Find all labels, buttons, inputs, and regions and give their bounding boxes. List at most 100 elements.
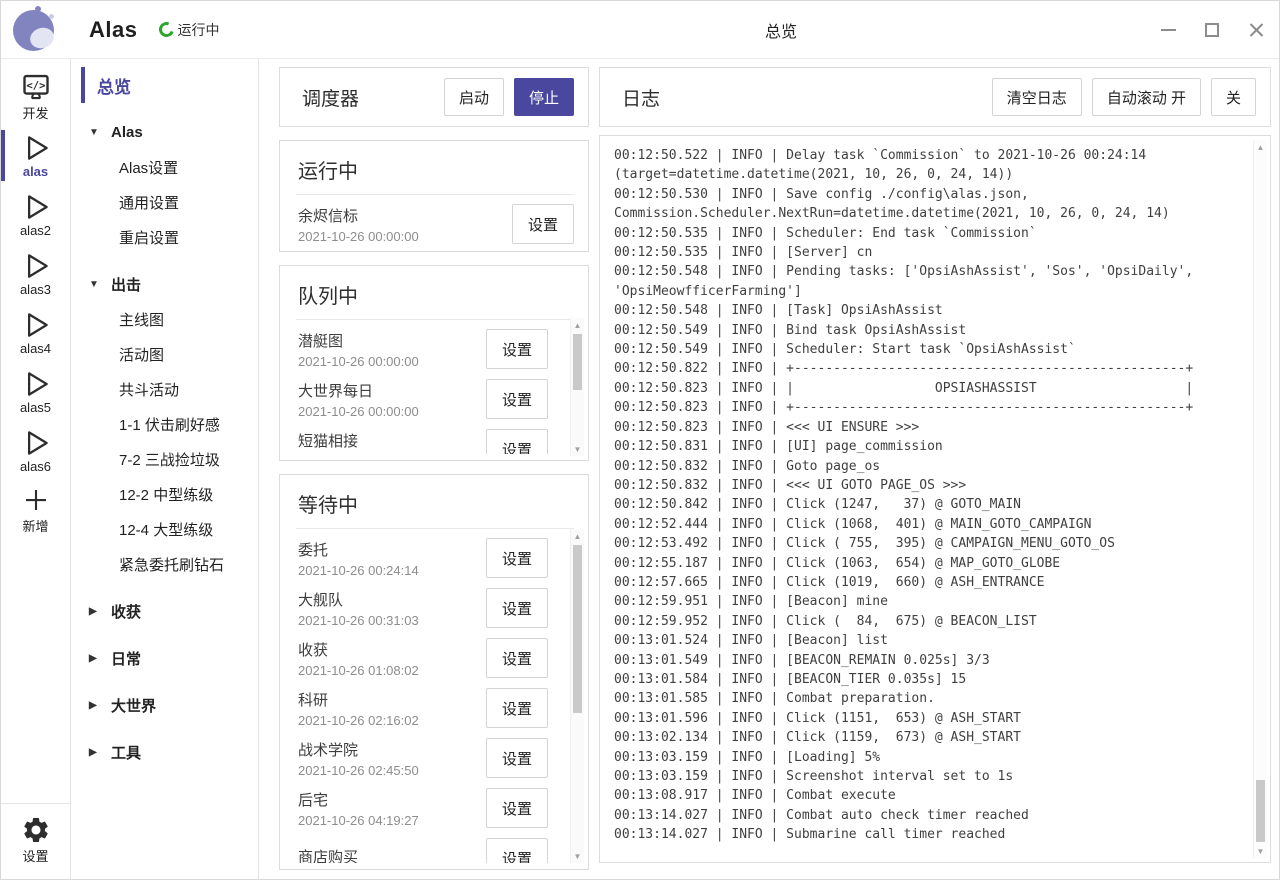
task-next-run-time: 2021-10-26 00:00:00: [298, 354, 419, 369]
menu-item-overview[interactable]: 总览: [81, 67, 258, 103]
task-setting-button[interactable]: 设置: [486, 738, 548, 778]
menu-item-label: 共斗活动: [119, 379, 179, 400]
task-next-run-time: 2021-10-26 00:24:14: [298, 563, 419, 578]
menu-item[interactable]: ▼ 出击: [71, 267, 258, 302]
log-line: 00:13:03.159 | INFO | Screenshot interva…: [614, 767, 1240, 786]
start-button[interactable]: 启动: [444, 78, 504, 116]
minimize-icon[interactable]: [1159, 21, 1177, 39]
rail-item[interactable]: 新增: [1, 480, 70, 539]
task-setting-button[interactable]: 设置: [486, 638, 548, 678]
log-line: 00:12:52.444 | INFO | Click (1068, 401) …: [614, 515, 1240, 534]
task-next-run-time: 2021-10-26 00:31:03: [298, 613, 419, 628]
task-setting-button[interactable]: 设置: [486, 688, 548, 728]
task-next-run-time: 2021-10-26 02:16:02: [298, 713, 419, 728]
instance-rail-list: </> 开发 alas alas2 alas3: [1, 59, 70, 803]
scroll-thumb[interactable]: [573, 545, 582, 713]
stop-button[interactable]: 停止: [514, 78, 574, 116]
log-line: 00:12:53.492 | INFO | Click ( 755, 395) …: [614, 534, 1240, 553]
task-setting-button[interactable]: 设置: [486, 329, 548, 369]
task-row: 商店购买 设置: [298, 833, 548, 863]
play-icon: [21, 428, 51, 458]
log-line: 00:12:55.187 | INFO | Click (1063, 654) …: [614, 554, 1240, 573]
task-setting-button[interactable]: 设置: [512, 204, 574, 244]
task-row: 委托 2021-10-26 00:24:14 设置: [298, 533, 548, 583]
menu-item-label: 12-2 中型练级: [119, 484, 213, 505]
menu-item[interactable]: Alas设置: [71, 150, 258, 185]
rail-item[interactable]: alas5: [1, 362, 70, 421]
menu-item[interactable]: 12-2 中型练级: [71, 477, 258, 512]
log-line: 00:12:50.549 | INFO | Bind task OpsiAshA…: [614, 321, 1240, 340]
menu-item[interactable]: ▶ 日常: [71, 641, 258, 676]
task-row: 后宅 2021-10-26 04:19:27 设置: [298, 783, 548, 833]
clear-log-button[interactable]: 清空日志: [992, 78, 1082, 116]
play-icon: [21, 192, 51, 222]
rail-item-label: alas: [23, 164, 48, 179]
scroll-down-icon[interactable]: ▼: [1254, 844, 1267, 858]
menu-item[interactable]: 紧急委托刷钻石: [71, 547, 258, 582]
task-setting-button[interactable]: 设置: [486, 838, 548, 863]
task-setting-button[interactable]: 设置: [486, 379, 548, 419]
task-setting-button[interactable]: 设置: [486, 429, 548, 454]
rail-item[interactable]: alas2: [1, 185, 70, 244]
waiting-scrollbar[interactable]: ▲ ▼: [570, 529, 584, 863]
autoscroll-on-button[interactable]: 自动滚动 开: [1092, 78, 1201, 116]
task-name: 科研: [298, 689, 419, 710]
rail-item[interactable]: alas6: [1, 421, 70, 480]
app-logo-icon: [11, 5, 61, 55]
menu-item[interactable]: 共斗活动: [71, 372, 258, 407]
log-scrollbar[interactable]: ▲ ▼: [1253, 140, 1267, 858]
menu-item-label: 重启设置: [119, 227, 179, 248]
log-line: Commission.Scheduler.NextRun=datetime.da…: [614, 204, 1240, 223]
maximize-icon[interactable]: [1203, 21, 1221, 39]
menu-item[interactable]: 重启设置: [71, 220, 258, 255]
log-line: 00:12:50.822 | INFO | +-----------------…: [614, 359, 1240, 378]
menu-item[interactable]: 7-2 三战捡垃圾: [71, 442, 258, 477]
task-name: 委托: [298, 539, 419, 560]
scroll-down-icon[interactable]: ▼: [571, 849, 584, 863]
task-setting-button[interactable]: 设置: [486, 788, 548, 828]
triangle-icon: ▶: [89, 700, 111, 711]
triangle-icon: ▶: [89, 606, 111, 617]
autoscroll-off-button[interactable]: 关: [1211, 78, 1256, 116]
queue-task-list: 潜艇图 2021-10-26 00:00:00 设置 大世界每日 2021-10…: [280, 320, 588, 454]
menu-item-label: 通用设置: [119, 192, 179, 213]
log-body-panel: 00:12:50.522 | INFO | Delay task `Commis…: [599, 135, 1271, 863]
menu-item[interactable]: ▶ 收获: [71, 594, 258, 629]
rail-item[interactable]: alas4: [1, 303, 70, 362]
rail-bottom: 设置: [1, 803, 70, 879]
task-row: 短猫相接 2021-10-26 00:00:00 设置: [298, 424, 548, 454]
svg-text:</>: </>: [26, 78, 45, 91]
rail-item[interactable]: alas: [1, 126, 70, 185]
log-line: 00:13:08.917 | INFO | Combat execute: [614, 786, 1240, 805]
scroll-thumb[interactable]: [573, 334, 582, 390]
task-next-run-time: 2021-10-26 02:45:50: [298, 763, 419, 778]
queue-scrollbar[interactable]: ▲ ▼: [570, 318, 584, 456]
task-setting-button[interactable]: 设置: [486, 538, 548, 578]
menu-item[interactable]: ▶ 大世界: [71, 688, 258, 723]
menu-item-label: 12-4 大型练级: [119, 519, 213, 540]
log-title: 日志: [622, 84, 992, 111]
rail-item-settings[interactable]: 设置: [1, 810, 70, 869]
menu-item[interactable]: 通用设置: [71, 185, 258, 220]
menu-item[interactable]: 1-1 伏击刷好感: [71, 407, 258, 442]
scroll-up-icon[interactable]: ▲: [571, 318, 584, 332]
scroll-up-icon[interactable]: ▲: [1254, 140, 1267, 154]
waiting-section-title: 等待中: [280, 475, 588, 518]
log-line: 00:12:59.951 | INFO | [Beacon] mine: [614, 592, 1240, 611]
menu-item[interactable]: 主线图: [71, 302, 258, 337]
log-line: 00:13:01.584 | INFO | [BEACON_TIER 0.035…: [614, 670, 1240, 689]
menu-item[interactable]: ▶ 工具: [71, 735, 258, 770]
menu-item[interactable]: ▼ Alas: [71, 115, 258, 150]
close-icon[interactable]: [1247, 21, 1265, 39]
task-setting-button[interactable]: 设置: [486, 588, 548, 628]
task-info: 余烬信标 2021-10-26 00:00:00: [298, 205, 419, 244]
rail-item[interactable]: alas3: [1, 244, 70, 303]
log-line: 00:13:14.027 | INFO | Submarine call tim…: [614, 825, 1240, 844]
scroll-thumb[interactable]: [1256, 780, 1265, 842]
menu-item[interactable]: 12-4 大型练级: [71, 512, 258, 547]
log-line: 00:12:50.831 | INFO | [UI] page_commissi…: [614, 437, 1240, 456]
menu-item[interactable]: 活动图: [71, 337, 258, 372]
scroll-up-icon[interactable]: ▲: [571, 529, 584, 543]
scroll-down-icon[interactable]: ▼: [571, 442, 584, 456]
rail-item[interactable]: </> 开发: [1, 67, 70, 126]
